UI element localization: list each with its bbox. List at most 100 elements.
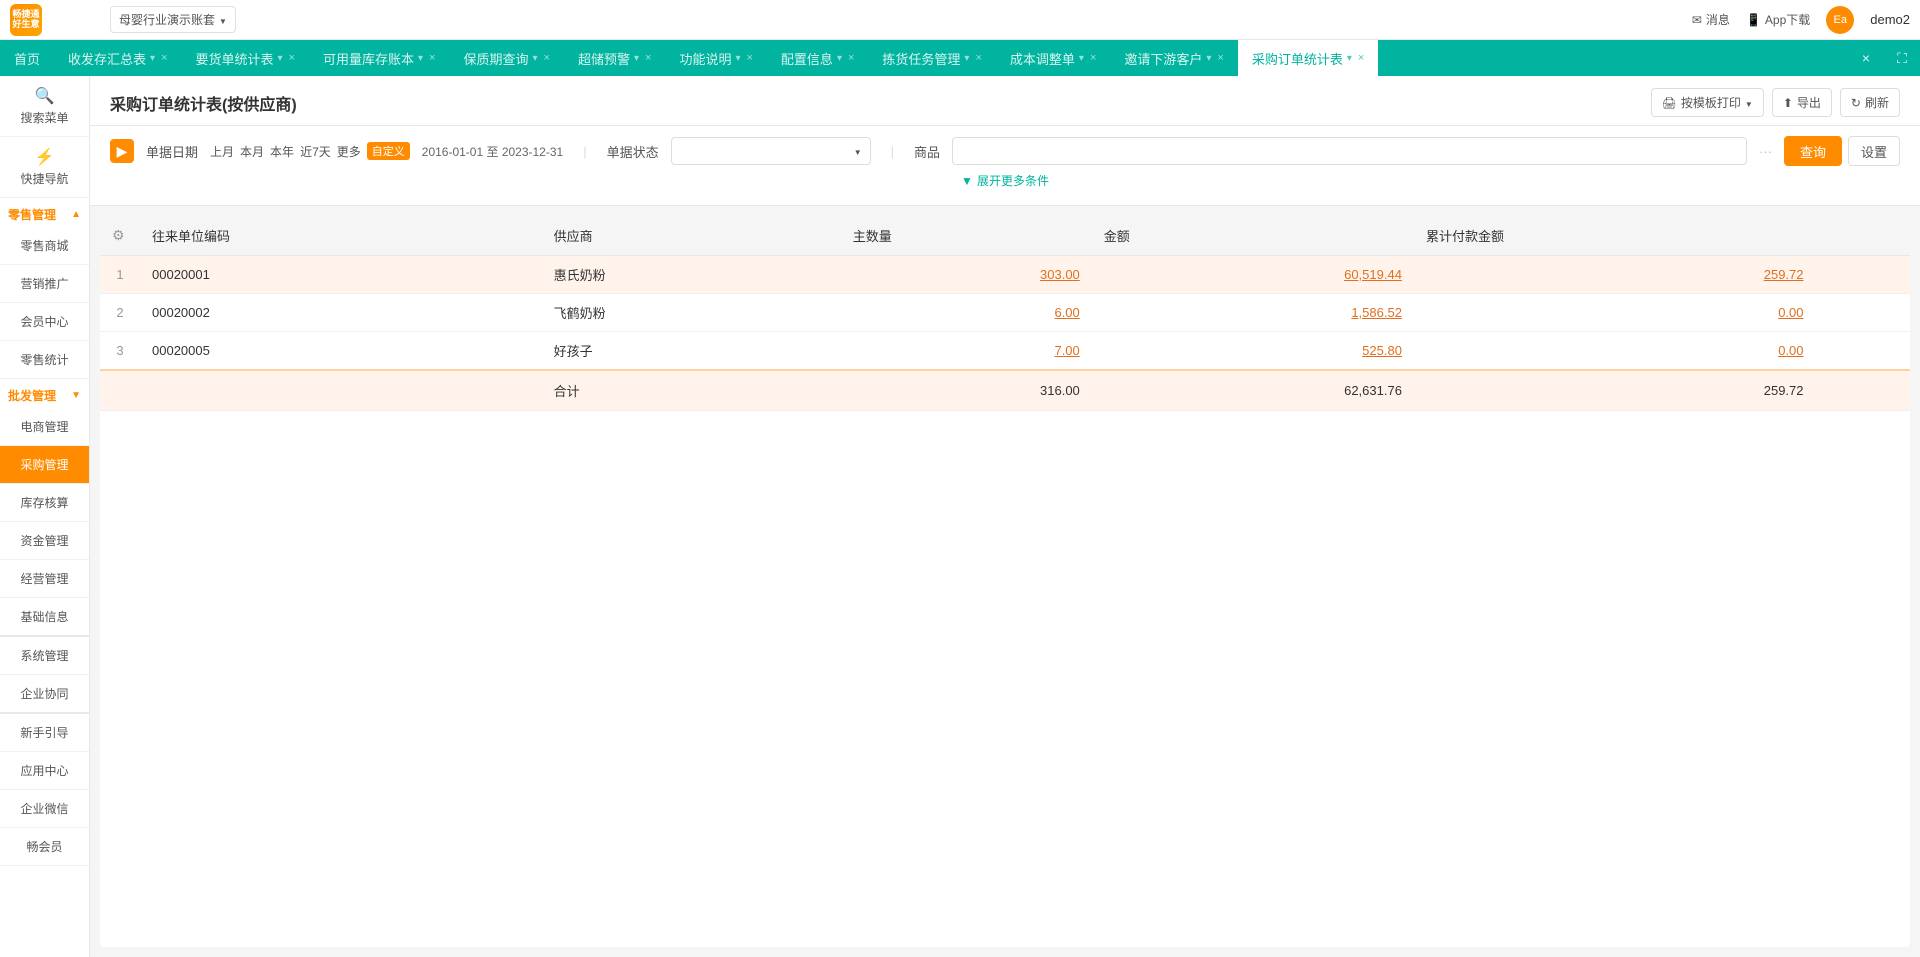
tab-receive-send-close-icon[interactable]: × [161,52,167,64]
status-select[interactable] [671,137,871,165]
sidebar-item-retail-stats[interactable]: 零售统计 [0,341,89,379]
table-header-row: ⚙ 往来单位编码 供应商 主数量 金额 [100,216,1910,256]
search-icon: 🔍 [35,86,55,106]
table-body: 1 00020001 惠氏奶粉 303.00 60,519.44 259.72 … [100,256,1910,371]
table-container: ⚙ 往来单位编码 供应商 主数量 金额 [100,216,1910,947]
table-row: 2 00020002 飞鹤奶粉 6.00 1,586.52 0.00 [100,294,1910,332]
tab-overstock[interactable]: 超储预警 ▾ × [564,40,665,76]
tab-function-desc-close-icon[interactable]: × [746,52,752,64]
sidebar-item-enterprise-wechat[interactable]: 企业微信 [0,790,89,828]
sidebar-item-member[interactable]: 会员中心 [0,303,89,341]
sidebar-item-quick-nav[interactable]: ⚡ 快捷导航 [0,137,89,198]
sidebar-item-newbie[interactable]: 新手引导 [0,714,89,752]
row-1-amount: 60,519.44 [1092,256,1414,294]
refresh-btn[interactable]: ↻ 刷新 [1840,88,1900,117]
sidebar-item-system[interactable]: 系统管理 [0,637,89,675]
row-2-amount-link[interactable]: 1,586.52 [1351,305,1402,320]
refresh-icon: ↻ [1851,96,1861,110]
sidebar-item-purchase[interactable]: 采购管理 [0,446,89,484]
message-label: 消息 [1706,11,1730,28]
sidebar-item-marketing[interactable]: 营销推广 [0,265,89,303]
maximize-btn[interactable]: ⛶ [1884,40,1920,76]
tab-config-info-close-icon[interactable]: × [848,52,854,64]
sidebar-member2-label: 畅会员 [26,838,62,855]
sidebar-item-member2[interactable]: 畅会员 [0,828,89,866]
row-3-amount-link[interactable]: 525.80 [1362,343,1402,358]
column-settings-icon[interactable]: ⚙ [112,227,125,243]
sidebar-section-wholesale[interactable]: 批发管理 ▼ [0,379,89,408]
settings-btn[interactable]: 设置 [1848,136,1900,166]
row-3-qty-link[interactable]: 7.00 [1054,343,1079,358]
sidebar-item-basic[interactable]: 基础信息 [0,598,89,637]
export-btn[interactable]: ⬆ 导出 [1772,88,1832,117]
workspace-dropdown-icon [219,13,227,27]
tab-purchase-stats-close-icon[interactable]: × [1358,52,1364,64]
shortcut-this-year[interactable]: 本年 [270,143,294,160]
row-2-paid-link[interactable]: 0.00 [1778,305,1803,320]
sidebar-item-app-center[interactable]: 应用中心 [0,752,89,790]
filter-separator-1: | [583,144,586,159]
app-download-btn[interactable]: 📱 App下载 [1746,11,1810,28]
close-tab-btn[interactable]: × [1848,40,1884,76]
shortcut-last-month[interactable]: 上月 [210,143,234,160]
sidebar-item-ecommerce[interactable]: 电商管理 [0,408,89,446]
print-btn[interactable]: 🖨 按模板打印 [1651,88,1764,117]
tab-pickup-task[interactable]: 拣货任务管理 ▾ × [868,40,995,76]
sidebar: 🔍 搜索菜单 ⚡ 快捷导航 零售管理 ▲ 零售商城 营销推广 会员中心 零售统计… [0,76,90,957]
sidebar-section-retail[interactable]: 零售管理 ▲ [0,198,89,227]
tab-warranty[interactable]: 保质期查询 ▾ × [449,40,563,76]
tab-inventory-ledger[interactable]: 可用量库存账本 ▾ × [309,40,449,76]
sidebar-item-finance[interactable]: 资金管理 [0,522,89,560]
tab-goods-stats[interactable]: 要货单统计表 ▾ × [182,40,309,76]
tab-goods-stats-close-icon[interactable]: × [289,52,295,64]
sidebar-item-search[interactable]: 🔍 搜索菜单 [0,76,89,137]
shortcut-7days[interactable]: 近7天 [300,143,331,160]
tab-overstock-close-icon[interactable]: × [645,52,651,64]
sidebar-item-retail-mall[interactable]: 零售商城 [0,227,89,265]
tab-receive-send[interactable]: 收发存汇总表 ▾ × [54,40,181,76]
tab-pickup-task-dropdown-icon: ▾ [964,53,969,64]
row-2-qty-link[interactable]: 6.00 [1054,305,1079,320]
row-1-paid-link[interactable]: 259.72 [1764,267,1804,282]
tab-cost-adjust[interactable]: 成本调整单 ▾ × [996,40,1110,76]
tab-purchase-stats[interactable]: 采购订单统计表 ▾ × [1238,40,1378,76]
sidebar-item-operations[interactable]: 经营管理 [0,560,89,598]
filter-toggle-btn[interactable]: ▶ [110,139,134,163]
filter-separator-2: | [891,144,894,159]
avatar[interactable]: Ea [1826,6,1854,34]
sidebar-item-enterprise[interactable]: 企业协同 [0,675,89,714]
custom-date-badge[interactable]: 自定义 [367,142,410,160]
tab-config-info[interactable]: 配置信息 ▾ × [767,40,868,76]
row-3-paid-link[interactable]: 0.00 [1778,343,1803,358]
tab-inventory-ledger-dropdown-icon: ▾ [418,53,423,64]
table-row: 1 00020001 惠氏奶粉 303.00 60,519.44 259.72 [100,256,1910,294]
workspace-selector[interactable]: 母婴行业演示账套 [110,6,236,33]
footer-paid-value: 259.72 [1764,383,1804,398]
tab-pickup-task-close-icon[interactable]: × [975,52,981,64]
sidebar-item-inventory[interactable]: 库存核算 [0,484,89,522]
sidebar-system-label: 系统管理 [20,647,68,664]
row-1-qty-link[interactable]: 303.00 [1040,267,1080,282]
query-btn[interactable]: 查询 [1784,136,1842,166]
date-range-display: 2016-01-01 至 2023-12-31 [422,143,563,160]
workspace-name: 母婴行业演示账套 [119,11,215,28]
tab-home[interactable]: 首页 [0,40,54,76]
row-1-amount-link[interactable]: 60,519.44 [1344,267,1402,282]
expand-more-btn[interactable]: ▼ 展开更多条件 [110,166,1900,195]
tab-function-desc[interactable]: 功能说明 ▾ × [665,40,766,76]
shortcut-more[interactable]: 更多 [337,143,361,160]
tab-warranty-close-icon[interactable]: × [544,52,550,64]
tab-cost-adjust-dropdown-icon: ▾ [1079,53,1084,64]
tab-cost-adjust-close-icon[interactable]: × [1090,52,1096,64]
tab-invite-downstream[interactable]: 邀请下游客户 ▾ × [1110,40,1237,76]
tab-invite-downstream-close-icon[interactable]: × [1217,52,1223,64]
message-btn[interactable]: ✉ 消息 [1692,11,1730,28]
shortcut-this-month[interactable]: 本月 [240,143,264,160]
goods-input[interactable] [952,137,1747,165]
goods-input-more-icon[interactable]: ··· [1759,144,1772,159]
tab-inventory-ledger-close-icon[interactable]: × [429,52,435,64]
sidebar-enterprise-label: 企业协同 [20,685,68,702]
row-3-num: 3 [100,332,140,371]
tab-function-desc-dropdown-icon: ▾ [735,53,740,64]
logo-icon: 畅捷通好生意 [10,4,42,36]
